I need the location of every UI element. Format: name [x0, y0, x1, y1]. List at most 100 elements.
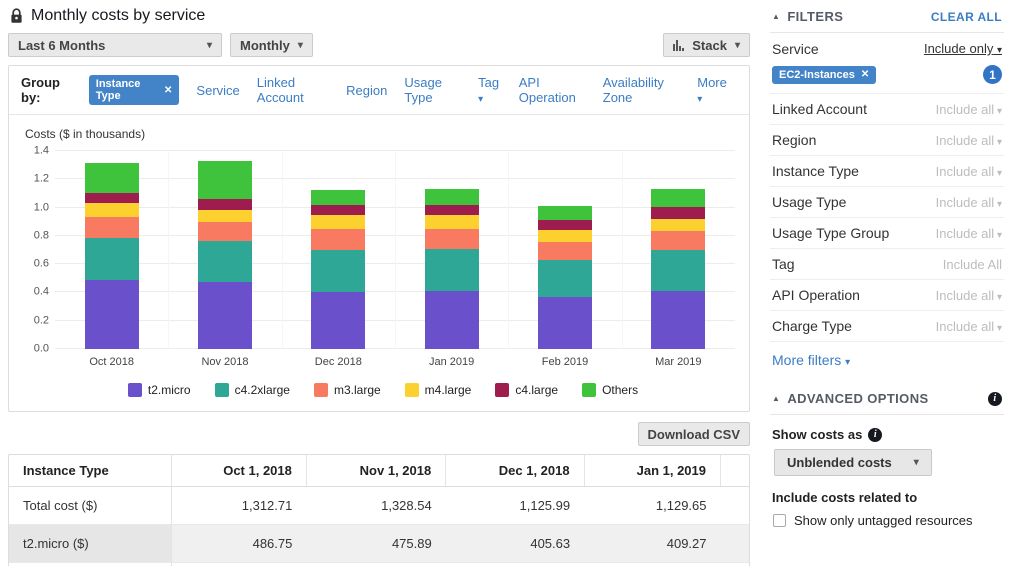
bar-segment-c4-2xlarge[interactable]: [651, 250, 705, 291]
filter-row-linked-account[interactable]: Linked AccountInclude all ▾: [770, 94, 1004, 125]
legend-item-t2-micro[interactable]: t2.micro: [128, 383, 191, 397]
bar-segment-c4-large[interactable]: [651, 207, 705, 218]
bar-segment-c4-2xlarge[interactable]: [311, 250, 365, 292]
legend-item-c4-large[interactable]: c4.large: [495, 383, 558, 397]
filter-mode-dropdown[interactable]: Include all ▾: [936, 319, 1002, 334]
filter-label: Usage Type: [772, 194, 846, 210]
filter-row-usage-type-group[interactable]: Usage Type GroupInclude all ▾: [770, 218, 1004, 249]
close-icon[interactable]: ✕: [861, 69, 869, 80]
groupby-link-api-operation[interactable]: API Operation: [519, 75, 586, 105]
groupby-link-linked-account[interactable]: Linked Account: [257, 75, 329, 105]
filter-row-region[interactable]: RegionInclude all ▾: [770, 125, 1004, 156]
table-row-total-cost: Total cost ($)1,312.711,328.541,125.991,…: [9, 487, 749, 525]
groupby-link-usage-type[interactable]: Usage Type: [404, 75, 461, 105]
bar-segment-m4-large[interactable]: [198, 210, 252, 222]
groupby-link-tag[interactable]: Tag ▾: [478, 75, 502, 105]
cost-value: 475.89: [306, 525, 445, 563]
bar-segment-m4-large[interactable]: [425, 215, 479, 229]
filter-row-instance-type[interactable]: Instance TypeInclude all ▾: [770, 156, 1004, 187]
groupby-label: Group by:: [21, 75, 76, 105]
bar-segment-c4-large[interactable]: [198, 199, 252, 210]
filter-row-usage-type[interactable]: Usage Type Include all ▾: [770, 187, 1004, 218]
service-filter-chips: EC2-Instances ✕ 1: [770, 64, 1004, 94]
lock-icon: [10, 8, 23, 24]
bar-segment-m3-large[interactable]: [85, 217, 139, 238]
bar-segment-c4-2xlarge[interactable]: [425, 249, 479, 291]
bar-segment-m3-large[interactable]: [311, 229, 365, 250]
chart-style-dropdown[interactable]: Stack ▾: [663, 33, 750, 57]
bar-segment-m4-large[interactable]: [651, 219, 705, 231]
bar-segment-c4-large[interactable]: [85, 193, 139, 203]
info-icon[interactable]: i: [988, 392, 1002, 406]
legend-item-others[interactable]: Others: [582, 383, 638, 397]
bar-segment-t2-micro[interactable]: [538, 297, 592, 349]
bar-segment-t2-micro[interactable]: [425, 291, 479, 349]
legend-swatch: [495, 383, 509, 397]
filter-row-api-operation[interactable]: API OperationInclude all ▾: [770, 280, 1004, 311]
groupby-chip-instance-type[interactable]: Instance Type ✕: [89, 75, 180, 105]
filter-row-tag[interactable]: TagInclude All: [770, 249, 1004, 280]
row-label: Total cost ($): [9, 487, 171, 525]
filter-row-service[interactable]: Service Include only ▾: [770, 33, 1004, 64]
bar-segment-t2-micro[interactable]: [198, 282, 252, 349]
granularity-dropdown[interactable]: Monthly ▾: [230, 33, 313, 57]
bar-segment-t2-micro[interactable]: [85, 280, 139, 349]
bar-segment-c4-2xlarge[interactable]: [198, 241, 252, 282]
bar-segment-m3-large[interactable]: [538, 242, 592, 260]
untagged-resources-checkbox[interactable]: [773, 514, 786, 527]
bar-segment-m4-large[interactable]: [311, 215, 365, 229]
bar-segment-c4-2xlarge[interactable]: [538, 260, 592, 297]
bar-segment-t2-micro[interactable]: [311, 292, 365, 349]
filters-section-header[interactable]: ▲ FILTERS CLEAR ALL: [770, 0, 1004, 33]
clear-all-link[interactable]: CLEAR ALL: [931, 10, 1002, 24]
date-range-dropdown[interactable]: Last 6 Months ▾: [8, 33, 222, 57]
bar-segment-m4-large[interactable]: [538, 230, 592, 241]
filter-mode-dropdown[interactable]: Include all ▾: [936, 102, 1002, 117]
costs-table-body: Total cost ($)1,312.711,328.541,125.991,…: [9, 487, 749, 566]
bar-segment-others[interactable]: [425, 189, 479, 205]
bar-segment-c4-large[interactable]: [425, 205, 479, 215]
bar-segment-others[interactable]: [85, 163, 139, 193]
filter-mode-dropdown[interactable]: Include all ▾: [936, 133, 1002, 148]
caret-down-icon: ▾: [994, 106, 1002, 117]
filter-mode-dropdown[interactable]: Include all ▾: [936, 226, 1002, 241]
legend-swatch: [582, 383, 596, 397]
filter-mode-dropdown[interactable]: Include only ▾: [924, 41, 1002, 56]
bar-segment-others[interactable]: [651, 189, 705, 207]
filter-mode-dropdown[interactable]: Include all ▾: [936, 164, 1002, 179]
bar-segment-c4-2xlarge[interactable]: [85, 238, 139, 280]
groupby-link-more[interactable]: More ▾: [697, 75, 731, 105]
advanced-options-header[interactable]: ▲ ADVANCED OPTIONS i: [770, 382, 1004, 415]
y-axis-tick-label: 0.6: [19, 259, 49, 270]
column-header-oct-1-2018: Oct 1, 2018: [171, 455, 306, 487]
bar-segment-others[interactable]: [198, 161, 252, 199]
caret-down-icon: ▾: [994, 323, 1002, 334]
bar-segment-m3-large[interactable]: [425, 229, 479, 250]
more-filters-link[interactable]: More filters ▾: [772, 352, 850, 368]
close-icon[interactable]: ✕: [164, 85, 172, 96]
filter-mode-dropdown[interactable]: Include all ▾: [936, 288, 1002, 303]
legend-item-m3-large[interactable]: m3.large: [314, 383, 381, 397]
download-csv-button[interactable]: Download CSV: [638, 422, 750, 446]
filter-chip-ec2-instances[interactable]: EC2-Instances ✕: [772, 66, 876, 84]
filter-mode-dropdown[interactable]: Include All: [943, 257, 1002, 272]
info-icon[interactable]: i: [868, 428, 882, 442]
filter-row-charge-type[interactable]: Charge TypeInclude all ▾: [770, 311, 1004, 342]
bar-segment-c4-large[interactable]: [311, 205, 365, 215]
include-costs-label: Include costs related to: [770, 490, 1004, 505]
groupby-link-availability-zone[interactable]: Availability Zone: [603, 75, 681, 105]
legend-label: Others: [602, 383, 638, 397]
legend-item-m4-large[interactable]: m4.large: [405, 383, 472, 397]
groupby-link-service[interactable]: Service: [196, 83, 239, 98]
legend-item-c4-2xlarge[interactable]: c4.2xlarge: [215, 383, 290, 397]
bar-segment-m3-large[interactable]: [651, 231, 705, 250]
bar-segment-m4-large[interactable]: [85, 203, 139, 217]
bar-segment-m3-large[interactable]: [198, 222, 252, 242]
bar-segment-others[interactable]: [538, 206, 592, 220]
groupby-link-region[interactable]: Region: [346, 83, 387, 98]
bar-segment-t2-micro[interactable]: [651, 291, 705, 349]
bar-segment-c4-large[interactable]: [538, 220, 592, 230]
bar-segment-others[interactable]: [311, 190, 365, 205]
filter-mode-dropdown[interactable]: Include all ▾: [936, 195, 1002, 210]
unblended-costs-dropdown[interactable]: Unblended costs ▾: [774, 449, 932, 476]
